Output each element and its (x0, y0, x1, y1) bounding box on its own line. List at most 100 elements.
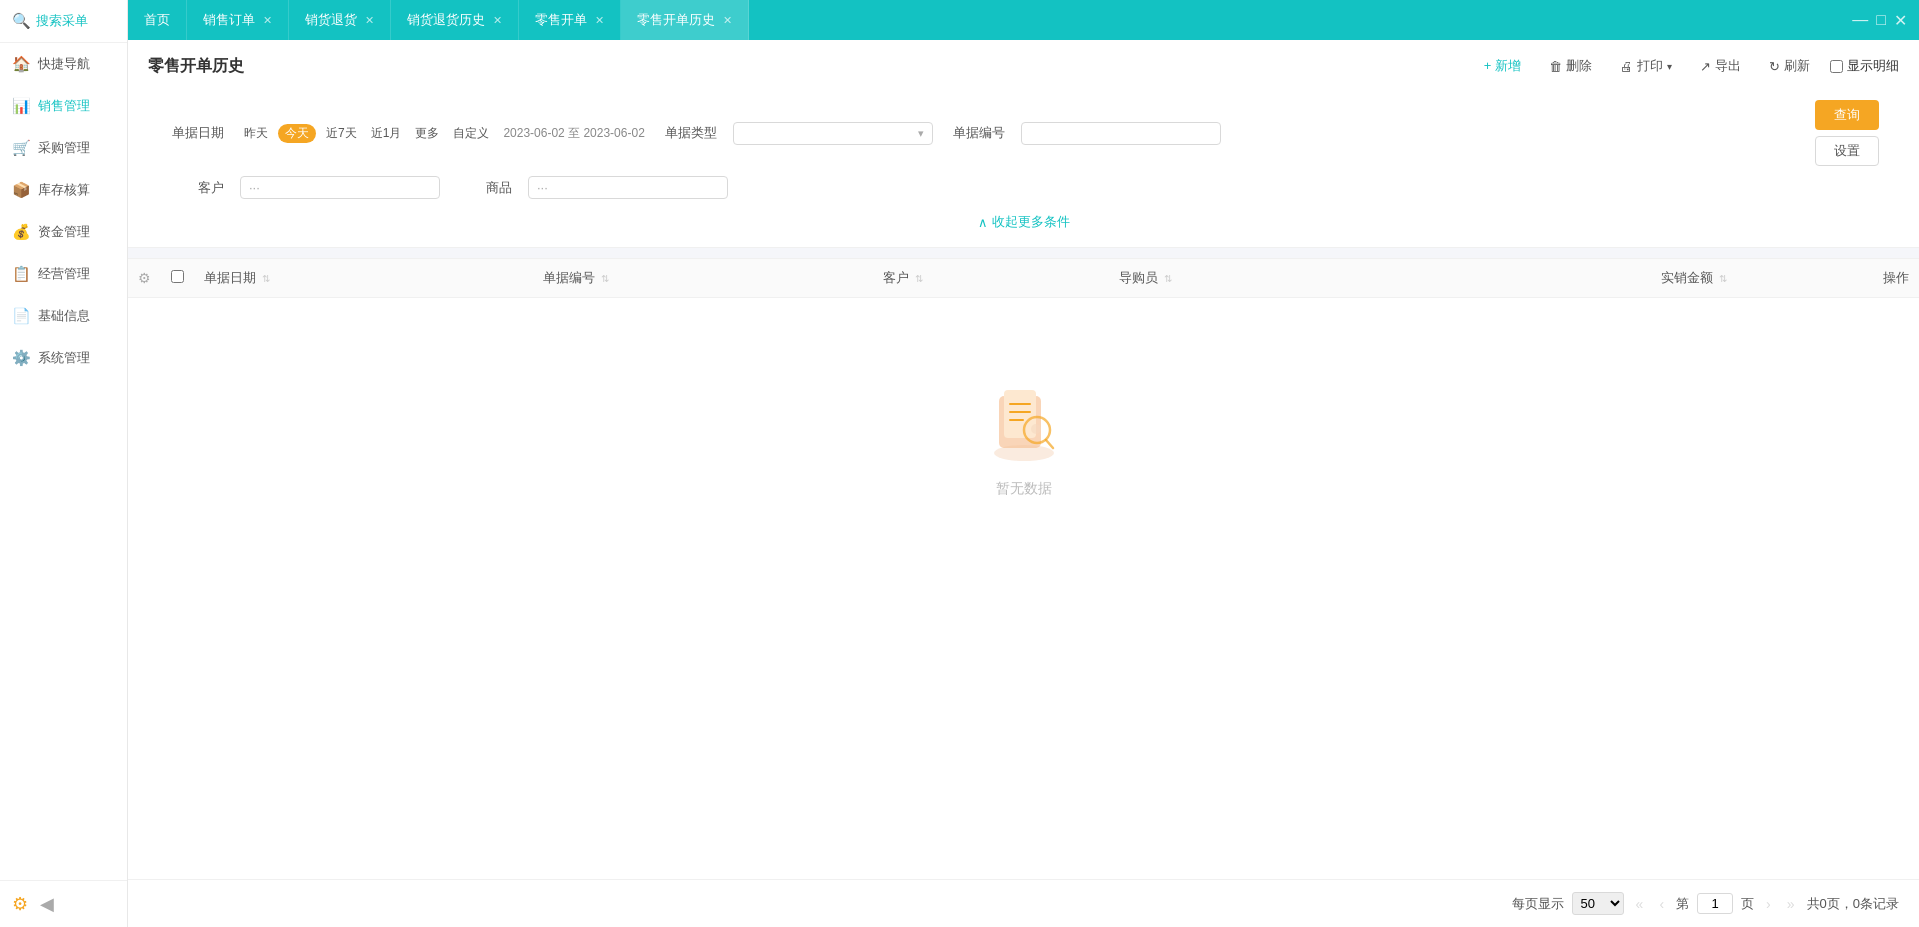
operations-icon: 📋 (12, 265, 30, 283)
page-number-input[interactable] (1697, 893, 1733, 914)
date-yesterday-btn[interactable]: 昨天 (240, 124, 272, 143)
doc-no-filter-label: 单据编号 (949, 124, 1005, 142)
next-page-btn[interactable]: › (1762, 894, 1775, 914)
tab-sales-order[interactable]: 销售订单 ✕ (187, 0, 289, 40)
th-action-label: 操作 (1883, 270, 1909, 285)
sidebar-item-label: 采购管理 (38, 139, 90, 157)
toolbar: + 新增 🗑 删除 🖨 打印 ▾ ↗ 导出 ↻ (1476, 54, 1899, 78)
date-today-btn[interactable]: 今天 (278, 124, 316, 143)
th-settings: ⚙ (128, 259, 161, 298)
window-maximize-icon[interactable]: □ (1876, 11, 1886, 29)
tab-sales-return[interactable]: 销货退货 ✕ (289, 0, 391, 40)
data-table: ⚙ 单据日期 ⇅ 单据编号 ⇅ (128, 258, 1919, 298)
date-1month-btn[interactable]: 近1月 (367, 124, 406, 143)
sidebar-item-inventory[interactable]: 📦 库存核算 (0, 169, 127, 211)
delete-button[interactable]: 🗑 删除 (1541, 54, 1600, 78)
th-doc-date-label: 单据日期 (204, 270, 256, 285)
sidebar-item-quick-nav[interactable]: 🏠 快捷导航 (0, 43, 127, 85)
print-button[interactable]: 🖨 打印 ▾ (1612, 54, 1680, 78)
page-label: 第 (1676, 895, 1689, 913)
sys-icon: ⚙️ (12, 349, 30, 367)
collapse-up-icon: ∧ (978, 215, 988, 230)
filter-row-1: 单据日期 昨天 今天 近7天 近1月 更多 自定义 2023-06-02 至 2… (168, 100, 1879, 166)
tab-sales-order-close[interactable]: ✕ (263, 14, 272, 27)
first-page-btn[interactable]: « (1632, 894, 1648, 914)
svg-point-8 (1031, 424, 1041, 434)
goods-select[interactable]: ··· (528, 176, 728, 199)
sort-doc-date-icon[interactable]: ⇅ (262, 273, 270, 284)
display-detail-checkbox-wrap[interactable]: 显示明细 (1830, 57, 1899, 75)
search-icon: 🔍 (12, 12, 30, 30)
refresh-label: 刷新 (1784, 57, 1810, 75)
window-minimize-icon[interactable]: — (1852, 11, 1868, 29)
th-amount: 实销金额 ⇅ (1397, 259, 1736, 298)
tab-sales-order-label: 销售订单 (203, 11, 255, 29)
tab-sales-return-history-close[interactable]: ✕ (493, 14, 502, 27)
empty-state: 暂无数据 (128, 298, 1919, 558)
export-icon: ↗ (1700, 59, 1711, 74)
th-customer-label: 客户 (883, 270, 909, 285)
tab-retail-open[interactable]: 零售开单 ✕ (519, 0, 621, 40)
sort-customer-icon[interactable]: ⇅ (915, 273, 923, 284)
sort-guide-icon[interactable]: ⇅ (1164, 273, 1172, 284)
tab-retail-history-label: 零售开单历史 (637, 11, 715, 29)
page-suffix: 页 (1741, 895, 1754, 913)
sidebar-item-sales-mgmt[interactable]: 📊 销售管理 (0, 85, 127, 127)
doc-no-input[interactable] (1021, 122, 1221, 145)
sales-icon: 📊 (12, 97, 30, 115)
date-more-btn[interactable]: 更多 (411, 124, 443, 143)
date-filter-label: 单据日期 (168, 124, 224, 142)
table-settings-icon[interactable]: ⚙ (138, 270, 151, 286)
print-icon: 🖨 (1620, 59, 1633, 74)
tab-home[interactable]: 首页 (128, 0, 187, 40)
sidebar-search[interactable]: 🔍 搜索采单 (0, 0, 127, 43)
display-detail-label: 显示明细 (1847, 57, 1899, 75)
th-guide: 导购员 ⇅ (1109, 259, 1397, 298)
empty-text: 暂无数据 (996, 480, 1052, 498)
settings-gear-icon[interactable]: ⚙ (12, 893, 28, 915)
inventory-icon: 📦 (12, 181, 30, 199)
doc-type-select[interactable]: ▾ (733, 122, 933, 145)
query-button[interactable]: 查询 (1815, 100, 1879, 130)
tab-retail-history-close[interactable]: ✕ (723, 14, 732, 27)
tab-sales-return-history[interactable]: 销货退货历史 ✕ (391, 0, 519, 40)
last-page-btn[interactable]: » (1783, 894, 1799, 914)
print-arrow-icon: ▾ (1667, 61, 1672, 72)
display-detail-checkbox[interactable] (1830, 60, 1843, 73)
table-wrap: ⚙ 单据日期 ⇅ 单据编号 ⇅ (128, 258, 1919, 879)
refresh-button[interactable]: ↻ 刷新 (1761, 54, 1818, 78)
sidebar-collapse-icon[interactable]: ◀ (40, 893, 54, 915)
page-header: 零售开单历史 + 新增 🗑 删除 🖨 打印 ▾ ↗ 导出 (128, 40, 1919, 248)
sort-doc-no-icon[interactable]: ⇅ (601, 273, 609, 284)
date-range-display: 2023-06-02 至 2023-06-02 (503, 125, 644, 142)
home-icon: 🏠 (12, 55, 30, 73)
sidebar-item-finance[interactable]: 💰 资金管理 (0, 211, 127, 253)
tab-retail-history[interactable]: 零售开单历史 ✕ (621, 0, 749, 40)
sort-amount-icon[interactable]: ⇅ (1719, 273, 1727, 284)
th-customer: 客户 ⇅ (873, 259, 1109, 298)
date-quick-group: 昨天 今天 近7天 近1月 更多 自定义 2023-06-02 至 2023-0… (240, 124, 645, 143)
sidebar-item-base-info[interactable]: 📄 基础信息 (0, 295, 127, 337)
th-doc-date: 单据日期 ⇅ (194, 259, 533, 298)
svg-rect-2 (1004, 390, 1036, 438)
sidebar-item-operations[interactable]: 📋 经营管理 (0, 253, 127, 295)
date-7days-btn[interactable]: 近7天 (322, 124, 361, 143)
window-close-icon[interactable]: ✕ (1894, 11, 1907, 30)
sidebar-item-purchase-mgmt[interactable]: 🛒 采购管理 (0, 127, 127, 169)
date-custom-btn[interactable]: 自定义 (449, 124, 493, 143)
per-page-select[interactable]: 50 10 20 100 (1572, 892, 1624, 915)
tab-sales-return-close[interactable]: ✕ (365, 14, 374, 27)
export-button[interactable]: ↗ 导出 (1692, 54, 1749, 78)
prev-page-btn[interactable]: ‹ (1655, 894, 1668, 914)
add-button[interactable]: + 新增 (1476, 54, 1529, 78)
base-info-icon: 📄 (12, 307, 30, 325)
sidebar-item-sys-mgmt[interactable]: ⚙️ 系统管理 (0, 337, 127, 379)
sidebar: 🔍 搜索采单 🏠 快捷导航 📊 销售管理 🛒 采购管理 📦 库存核算 💰 资金管… (0, 0, 128, 927)
customer-select[interactable]: ··· (240, 176, 440, 199)
set-button[interactable]: 设置 (1815, 136, 1879, 166)
tab-retail-open-close[interactable]: ✕ (595, 14, 604, 27)
sidebar-item-label: 销售管理 (38, 97, 90, 115)
collapse-more-btn[interactable]: ∧ 收起更多条件 (168, 209, 1879, 235)
tab-home-label: 首页 (144, 11, 170, 29)
select-all-checkbox[interactable] (171, 270, 184, 283)
